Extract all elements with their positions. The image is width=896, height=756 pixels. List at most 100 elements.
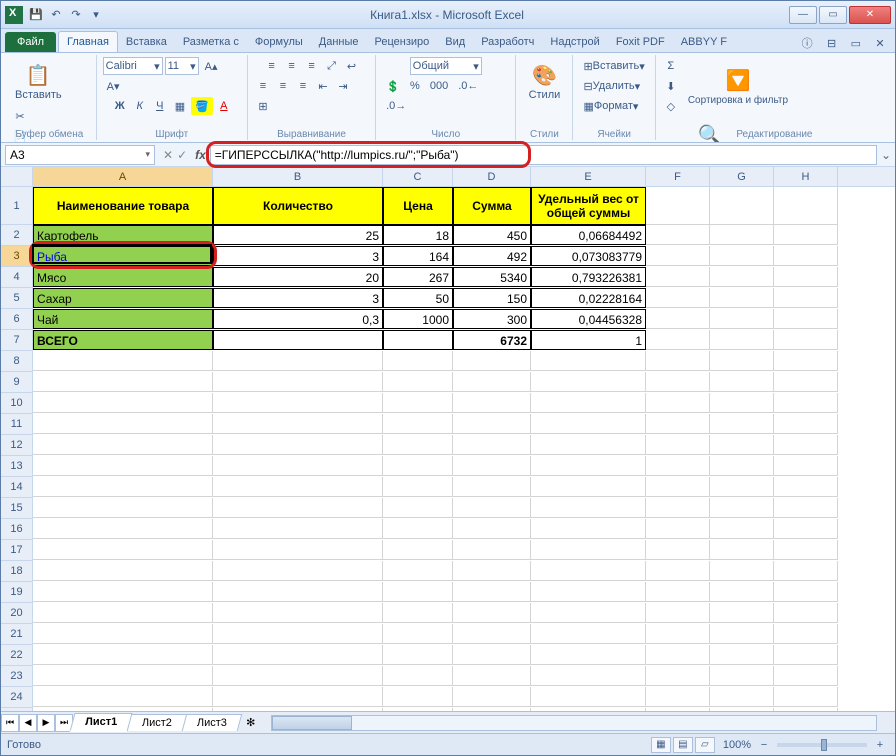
- cell[interactable]: [213, 561, 383, 581]
- column-header-A[interactable]: A: [33, 167, 213, 186]
- total-qty-cell[interactable]: [213, 330, 383, 350]
- cell[interactable]: [710, 561, 774, 581]
- scrollbar-thumb[interactable]: [272, 716, 352, 730]
- zoom-knob[interactable]: [821, 739, 827, 751]
- row-header-23[interactable]: 23: [1, 666, 33, 687]
- cell[interactable]: [453, 498, 531, 518]
- pagelayout-view-button[interactable]: ▤: [673, 737, 693, 753]
- cell[interactable]: [710, 456, 774, 476]
- cell[interactable]: [710, 351, 774, 371]
- sheet-prev-button[interactable]: ◀: [19, 714, 37, 732]
- row-header-1[interactable]: 1: [1, 187, 33, 225]
- align-bot-button[interactable]: ≡: [303, 57, 321, 75]
- price-cell[interactable]: 18: [383, 225, 453, 245]
- cell[interactable]: [383, 687, 453, 707]
- cell[interactable]: [213, 603, 383, 623]
- select-all-corner[interactable]: [1, 167, 33, 186]
- font-size-dropdown[interactable]: 11▾: [165, 57, 199, 75]
- qat-dropdown[interactable]: ▾: [87, 6, 105, 24]
- cell[interactable]: [531, 456, 646, 476]
- cell[interactable]: [453, 414, 531, 434]
- cell[interactable]: [33, 519, 213, 539]
- row-header-21[interactable]: 21: [1, 624, 33, 645]
- cell[interactable]: [383, 603, 453, 623]
- cell[interactable]: [33, 456, 213, 476]
- cell[interactable]: [453, 351, 531, 371]
- doc-max-icon[interactable]: ▭: [847, 34, 865, 52]
- cell[interactable]: [774, 187, 838, 225]
- cell[interactable]: [453, 582, 531, 602]
- cell[interactable]: [33, 372, 213, 392]
- cell[interactable]: [383, 393, 453, 413]
- cell[interactable]: [453, 561, 531, 581]
- cell[interactable]: [531, 540, 646, 560]
- cell[interactable]: [33, 435, 213, 455]
- cell[interactable]: [453, 687, 531, 707]
- cell[interactable]: [646, 624, 710, 644]
- cell[interactable]: [383, 498, 453, 518]
- column-header-G[interactable]: G: [710, 167, 774, 186]
- name-cell[interactable]: Мясо: [33, 267, 213, 287]
- cell[interactable]: [646, 666, 710, 686]
- cell[interactable]: [383, 666, 453, 686]
- name-cell[interactable]: Рыба: [33, 246, 213, 266]
- sheet-first-button[interactable]: ⏮: [1, 714, 19, 732]
- cell[interactable]: [213, 666, 383, 686]
- cell[interactable]: [646, 687, 710, 707]
- cell[interactable]: [710, 393, 774, 413]
- new-sheet-button[interactable]: ✻: [240, 716, 261, 729]
- cell[interactable]: [646, 519, 710, 539]
- weight-cell[interactable]: 0,073083779: [531, 246, 646, 266]
- cell[interactable]: [33, 624, 213, 644]
- cell[interactable]: [383, 645, 453, 665]
- sheet-next-button[interactable]: ▶: [37, 714, 55, 732]
- cell[interactable]: [646, 414, 710, 434]
- cell[interactable]: [646, 309, 710, 329]
- indent-dec-button[interactable]: ⇤: [314, 77, 332, 95]
- sum-cell[interactable]: 5340: [453, 267, 531, 287]
- row-header-24[interactable]: 24: [1, 687, 33, 708]
- cell[interactable]: [453, 372, 531, 392]
- column-header-C[interactable]: C: [383, 167, 453, 186]
- cell[interactable]: [774, 267, 838, 287]
- paste-button[interactable]: 📋 Вставить: [9, 57, 68, 105]
- shrink-font-button[interactable]: A▾: [103, 77, 124, 95]
- comma-button[interactable]: 000: [426, 77, 452, 95]
- cell[interactable]: [453, 624, 531, 644]
- name-cell[interactable]: Картофель: [33, 225, 213, 245]
- sheet-tab-Лист3[interactable]: Лист3: [182, 714, 243, 731]
- cell[interactable]: [531, 561, 646, 581]
- weight-cell[interactable]: 0,04456328: [531, 309, 646, 329]
- ribbon-tab-7[interactable]: Разработч: [473, 32, 542, 52]
- ribbon-tab-5[interactable]: Рецензиро: [367, 32, 438, 52]
- normal-view-button[interactable]: ▦: [651, 737, 671, 753]
- cell[interactable]: [531, 351, 646, 371]
- align-mid-button[interactable]: ≡: [283, 57, 301, 75]
- qat-redo[interactable]: ↷: [67, 6, 85, 24]
- cell[interactable]: [710, 645, 774, 665]
- cell[interactable]: [774, 519, 838, 539]
- sum-cell[interactable]: 150: [453, 288, 531, 308]
- cell[interactable]: [213, 351, 383, 371]
- cell[interactable]: [383, 414, 453, 434]
- row-header-19[interactable]: 19: [1, 582, 33, 603]
- cell[interactable]: [531, 624, 646, 644]
- insert-cells-button[interactable]: ⊞ Вставить ▾: [579, 57, 648, 75]
- align-center-button[interactable]: ≡: [274, 77, 292, 95]
- ribbon-tab-2[interactable]: Разметка с: [175, 32, 247, 52]
- row-header-10[interactable]: 10: [1, 393, 33, 414]
- font-name-dropdown[interactable]: Calibri▾: [103, 57, 163, 75]
- qty-cell[interactable]: 0,3: [213, 309, 383, 329]
- row-header-15[interactable]: 15: [1, 498, 33, 519]
- cell[interactable]: [213, 582, 383, 602]
- inc-decimal-button[interactable]: .0←: [454, 77, 482, 95]
- cell[interactable]: [774, 603, 838, 623]
- price-cell[interactable]: 50: [383, 288, 453, 308]
- doc-min-icon[interactable]: ⊟: [823, 34, 841, 52]
- cell[interactable]: [710, 582, 774, 602]
- cell[interactable]: [33, 351, 213, 371]
- fx-icon[interactable]: fx: [191, 148, 210, 162]
- expand-formula-bar-icon[interactable]: ⌄: [877, 148, 895, 162]
- weight-cell[interactable]: 0,793226381: [531, 267, 646, 287]
- qty-cell[interactable]: 20: [213, 267, 383, 287]
